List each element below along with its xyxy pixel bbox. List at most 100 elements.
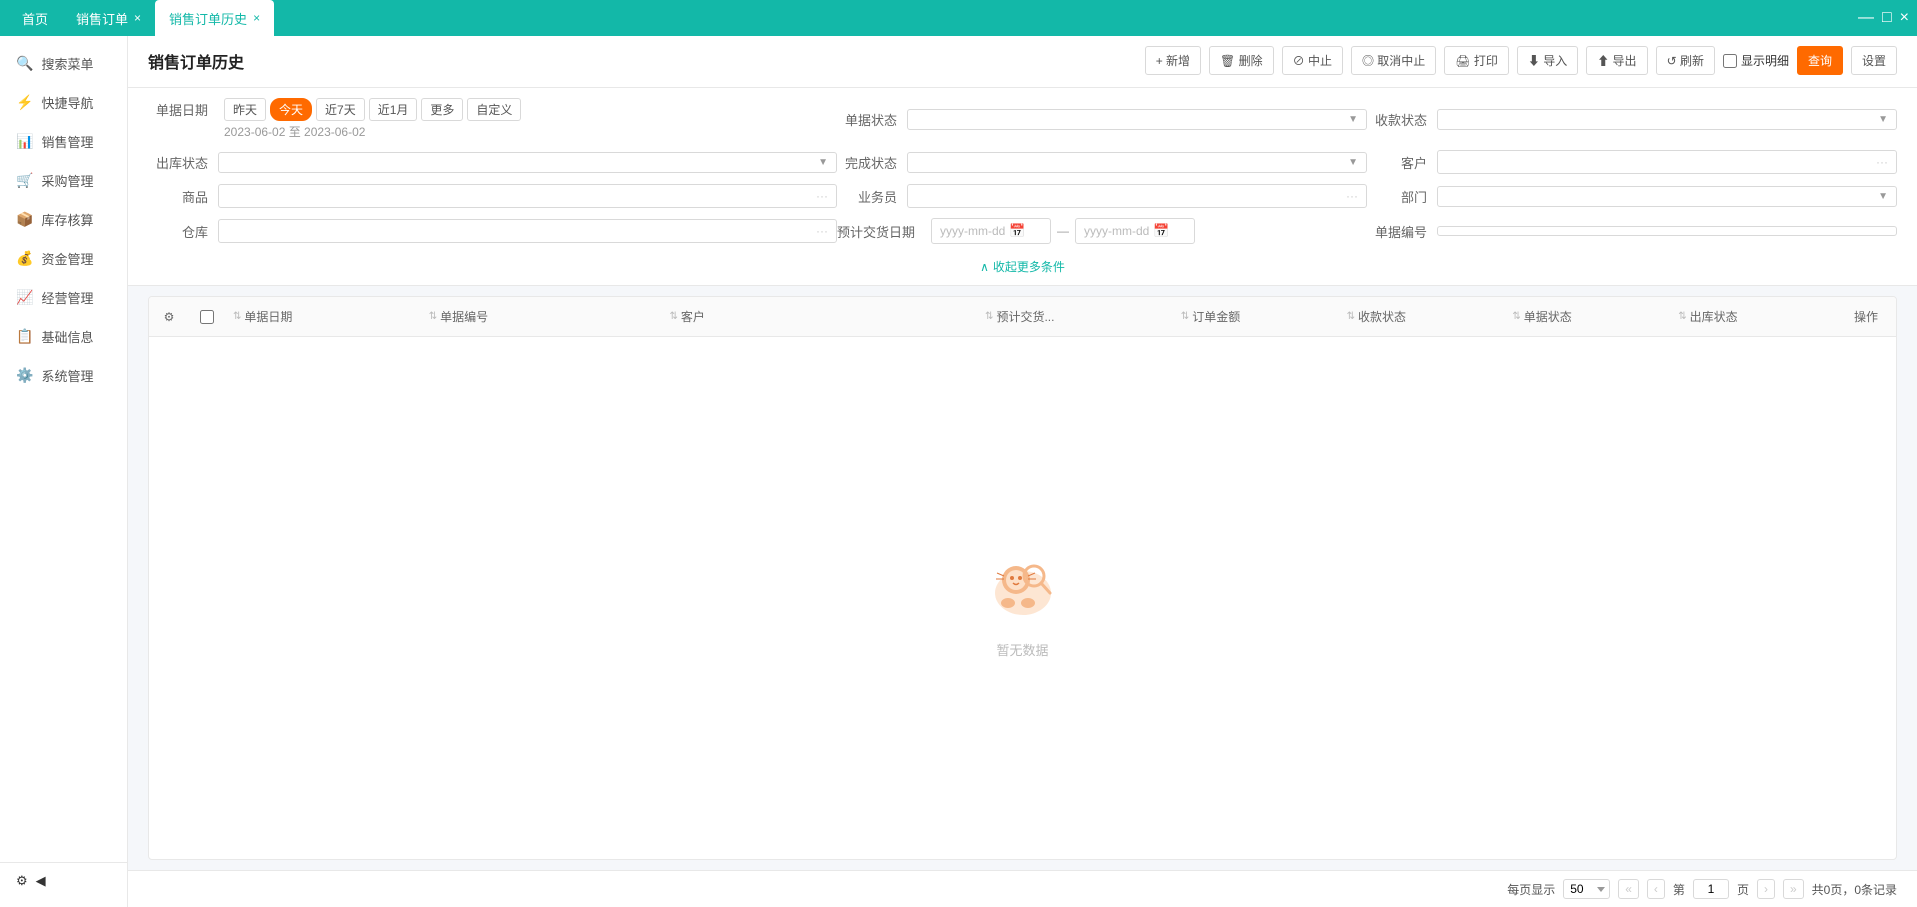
show-detail-checkbox-input[interactable] — [1723, 54, 1737, 68]
next-page-button[interactable]: › — [1757, 879, 1775, 899]
delivery-date-label: 预计交货日期 — [837, 222, 925, 241]
tab-sales-order[interactable]: 销售订单 × — [62, 0, 155, 36]
th-out-status[interactable]: ⇅ 出库状态 — [1670, 308, 1836, 325]
sort-icon-7: ⇅ — [1512, 311, 1520, 322]
sidebar: 🔍 搜索菜单 ⚡ 快捷导航 📊 销售管理 🛒 采购管理 📦 库存核算 💰 资金管… — [0, 36, 128, 907]
window-minimize-button[interactable]: — — [1858, 9, 1874, 27]
new-button[interactable]: + 新增 — [1145, 46, 1201, 75]
delivery-date-start[interactable]: yyyy-mm-dd 📅 — [931, 218, 1051, 244]
bill-no-label: 单据编号 — [1367, 222, 1437, 241]
query-button[interactable]: 查询 — [1797, 46, 1843, 75]
last-page-button[interactable]: » — [1783, 879, 1804, 899]
tab-sales-order-history[interactable]: 销售订单历史 × — [155, 0, 274, 36]
th-amount[interactable]: ⇅ 订单金额 — [1173, 308, 1339, 325]
th-payment-status[interactable]: ⇅ 收款状态 — [1339, 308, 1505, 325]
date-yesterday-btn[interactable]: 昨天 — [224, 98, 266, 121]
tab-home[interactable]: 首页 — [8, 0, 62, 36]
th-delivery[interactable]: ⇅ 预计交货... — [977, 308, 1173, 325]
goods-more-icon: ··· — [816, 189, 828, 203]
export-button[interactable]: ⬆ 导出 — [1586, 46, 1647, 75]
goto-word: 第 — [1673, 881, 1685, 898]
sort-icon-5: ⇅ — [1181, 311, 1189, 322]
select-all-checkbox[interactable] — [200, 310, 214, 324]
collapse-button[interactable]: ∧ 收起更多条件 — [148, 254, 1897, 275]
date-more-btn[interactable]: 更多 — [421, 98, 463, 121]
sidebar-item-sys-mgmt[interactable]: ⚙️ 系统管理 — [0, 356, 127, 395]
sidebar-item-purchase-mgmt[interactable]: 🛒 采购管理 — [0, 161, 127, 200]
complete-status-select[interactable]: ▼ — [907, 152, 1367, 173]
customer-select[interactable]: ··· — [1437, 150, 1897, 174]
table-container: ⚙ ⇅ 单据日期 ⇅ 单据编号 ⇅ 客户 ⇅ — [148, 296, 1897, 860]
window-maximize-button[interactable]: □ — [1882, 9, 1892, 27]
sidebar-item-inventory[interactable]: 📦 库存核算 — [0, 200, 127, 239]
sort-icon-3: ⇅ — [669, 311, 677, 322]
date-today-btn[interactable]: 今天 — [270, 98, 312, 121]
sidebar-collapse-icon[interactable]: ◀ — [36, 873, 46, 889]
table-header: ⚙ ⇅ 单据日期 ⇅ 单据编号 ⇅ 客户 ⇅ — [149, 297, 1896, 337]
salesperson-more-icon: ··· — [1346, 189, 1358, 203]
cancel-stop-button[interactable]: ◎ 取消中止 — [1351, 46, 1436, 75]
goods-select[interactable]: ··· — [218, 184, 837, 208]
prev-page-button[interactable]: ‹ — [1647, 879, 1665, 899]
bill-no-input[interactable] — [1437, 226, 1897, 236]
th-settings[interactable]: ⚙ — [149, 310, 189, 324]
payment-status-select[interactable]: ▼ — [1437, 109, 1897, 130]
page-number-input[interactable] — [1693, 879, 1729, 899]
empty-illustration — [978, 538, 1068, 628]
import-button[interactable]: ⬇ 导入 — [1517, 46, 1578, 75]
show-detail-checkbox[interactable]: 显示明细 — [1723, 52, 1789, 69]
bill-status-label: 单据状态 — [837, 110, 907, 129]
delete-button[interactable]: 🗑 删除 — [1209, 46, 1274, 75]
search-menu-icon: 🔍 — [16, 55, 33, 72]
th-bill-date[interactable]: ⇅ 单据日期 — [225, 308, 421, 325]
date-last7-btn[interactable]: 近7天 — [316, 98, 365, 121]
sidebar-item-search-menu[interactable]: 🔍 搜索菜单 — [0, 44, 127, 83]
page-size-select[interactable]: 10 20 50 100 — [1563, 879, 1610, 899]
window-close-button[interactable]: × — [1900, 9, 1909, 27]
out-status-select[interactable]: ▼ — [218, 152, 837, 173]
sidebar-item-quick-nav[interactable]: ⚡ 快捷导航 — [0, 83, 127, 122]
warehouse-select[interactable]: ··· — [218, 219, 837, 243]
close-tab-sales-order-history[interactable]: × — [253, 11, 260, 25]
sidebar-item-base-info[interactable]: 📋 基础信息 — [0, 317, 127, 356]
sidebar-settings-icon[interactable]: ⚙ — [16, 873, 28, 889]
sidebar-bottom: ⚙ ◀ — [0, 862, 127, 899]
salesperson-select[interactable]: ··· — [907, 184, 1367, 208]
bill-status-arrow-icon: ▼ — [1348, 114, 1358, 125]
close-tab-sales-order[interactable]: × — [134, 11, 141, 25]
sales-mgmt-icon: 📊 — [16, 133, 33, 150]
sidebar-item-finance[interactable]: 💰 资金管理 — [0, 239, 127, 278]
bill-status-select[interactable]: ▼ — [907, 109, 1367, 130]
th-bill-no[interactable]: ⇅ 单据编号 — [421, 308, 662, 325]
first-page-button[interactable]: « — [1618, 879, 1639, 899]
refresh-button[interactable]: ↺ 刷新 — [1656, 46, 1715, 75]
calendar-start-icon: 📅 — [1009, 223, 1025, 239]
base-info-icon: 📋 — [16, 328, 33, 345]
dept-select[interactable]: ▼ — [1437, 186, 1897, 207]
print-button[interactable]: 🖨 打印 — [1444, 46, 1509, 75]
date-last1m-btn[interactable]: 近1月 — [369, 98, 418, 121]
stop-button[interactable]: ⊘ 中止 — [1282, 46, 1343, 75]
calendar-end-icon: 📅 — [1153, 223, 1169, 239]
goods-label: 商品 — [148, 187, 218, 206]
delivery-date-end[interactable]: yyyy-mm-dd 📅 — [1075, 218, 1195, 244]
payment-status-arrow-icon: ▼ — [1878, 114, 1888, 125]
filter-area: 单据日期 昨天 今天 近7天 近1月 更多 自定义 2023-06-02 至 2… — [128, 88, 1917, 286]
page-header: 销售订单历史 + 新增 🗑 删除 ⊘ 中止 ◎ 取消中止 🖨 打印 ⬇ 导入 ⬆… — [128, 36, 1917, 88]
sort-icon-4: ⇅ — [985, 311, 993, 322]
filter-row-3: 商品 ··· 业务员 ··· 部门 — [148, 184, 1897, 208]
sidebar-item-operations[interactable]: 📈 经营管理 — [0, 278, 127, 317]
th-bill-status[interactable]: ⇅ 单据状态 — [1504, 308, 1670, 325]
filter-row-1: 单据日期 昨天 今天 近7天 近1月 更多 自定义 2023-06-02 至 2… — [148, 98, 1897, 140]
salesperson-label: 业务员 — [837, 187, 907, 206]
settings-button[interactable]: 设置 — [1851, 46, 1897, 75]
complete-status-arrow-icon: ▼ — [1348, 157, 1358, 168]
page-word: 页 — [1737, 881, 1749, 898]
date-custom-btn[interactable]: 自定义 — [467, 98, 521, 121]
sidebar-item-sales-mgmt[interactable]: 📊 销售管理 — [0, 122, 127, 161]
th-customer[interactable]: ⇅ 客户 — [661, 308, 977, 325]
th-checkbox[interactable] — [189, 310, 225, 324]
warehouse-more-icon: ··· — [816, 224, 828, 238]
date-quick-buttons: 昨天 今天 近7天 近1月 更多 自定义 — [224, 98, 521, 121]
pagination: 每页显示 10 20 50 100 « ‹ 第 页 › » 共0页，0条记录 — [128, 870, 1917, 907]
